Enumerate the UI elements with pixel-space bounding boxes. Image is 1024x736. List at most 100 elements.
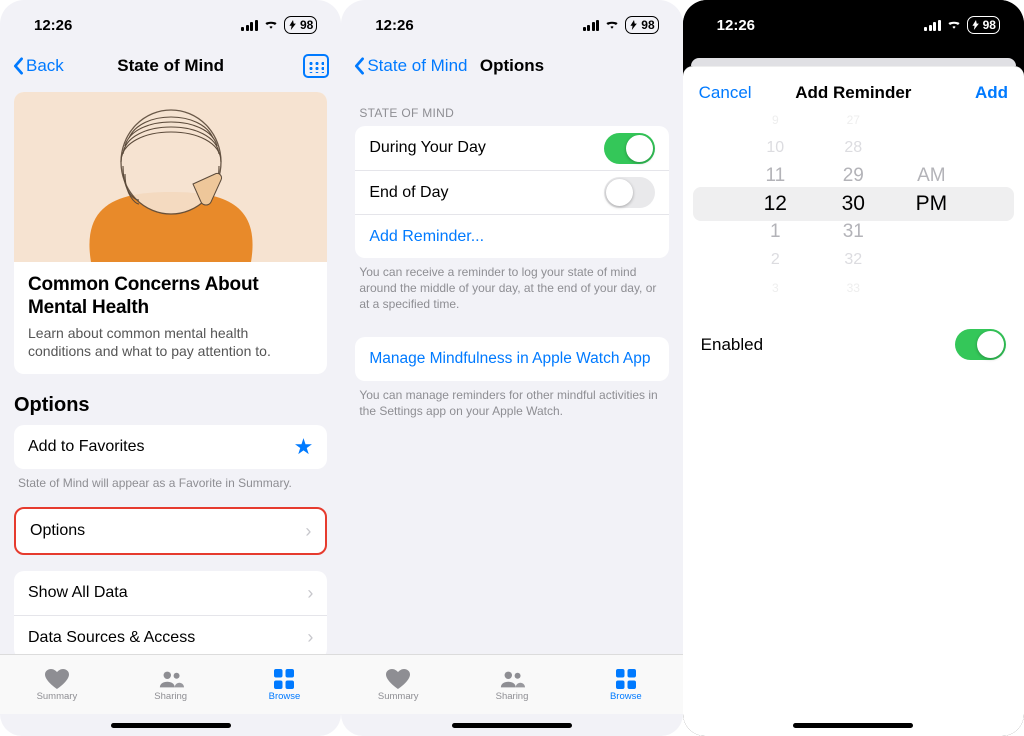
back-button[interactable]: Back bbox=[12, 56, 64, 76]
group-header: STATE OF MIND bbox=[359, 106, 664, 120]
picker-value: 2 bbox=[771, 246, 780, 274]
picker-value-selected: 30 bbox=[842, 190, 865, 218]
picker-hour-column[interactable]: 9 10 11 12 1 2 3 bbox=[749, 106, 801, 302]
status-time: 12:26 bbox=[34, 17, 72, 34]
article-title: Common Concerns About Mental Health bbox=[28, 274, 313, 320]
tab-label: Sharing bbox=[154, 691, 187, 702]
chevron-right-icon: › bbox=[305, 521, 311, 542]
tab-bar: Summary Sharing Browse bbox=[0, 654, 341, 714]
home-indicator bbox=[683, 714, 1024, 736]
row-label: Add Reminder... bbox=[369, 228, 484, 246]
article-illustration bbox=[14, 92, 327, 262]
page-title: State of Mind bbox=[117, 56, 224, 76]
add-button[interactable]: Add bbox=[975, 83, 1008, 103]
enabled-row: Enabled bbox=[683, 329, 1024, 360]
battery-icon: 98 bbox=[967, 16, 1000, 34]
tab-sharing[interactable]: Sharing bbox=[114, 655, 228, 714]
end-of-day-toggle[interactable] bbox=[604, 177, 655, 208]
chevron-right-icon: › bbox=[307, 627, 313, 648]
manage-mindfulness-row[interactable]: Manage Mindfulness in Apple Watch App bbox=[355, 337, 668, 381]
picker-value: 28 bbox=[844, 134, 862, 162]
picker-value: 9 bbox=[772, 106, 779, 134]
tab-label: Summary bbox=[378, 691, 419, 702]
add-reminder-row[interactable]: Add Reminder... bbox=[355, 214, 668, 258]
cellular-icon bbox=[241, 20, 258, 31]
page-title: Options bbox=[480, 56, 544, 76]
wifi-icon bbox=[604, 17, 620, 34]
tab-label: Summary bbox=[37, 691, 78, 702]
wifi-icon bbox=[946, 17, 962, 34]
picker-value: 33 bbox=[847, 274, 860, 302]
row-label: Enabled bbox=[701, 335, 763, 355]
picker-value: 31 bbox=[843, 218, 864, 246]
chevron-right-icon: › bbox=[307, 583, 313, 604]
tab-browse[interactable]: Browse bbox=[569, 655, 683, 714]
nav-bar: Back State of Mind bbox=[0, 44, 341, 88]
cancel-button[interactable]: Cancel bbox=[699, 83, 752, 103]
row-label: During Your Day bbox=[369, 139, 486, 157]
picker-value: 29 bbox=[843, 162, 864, 190]
picker-value: 1 bbox=[770, 218, 781, 246]
status-time: 12:26 bbox=[717, 17, 755, 34]
picker-value: 32 bbox=[844, 246, 862, 274]
battery-icon: 98 bbox=[625, 16, 658, 34]
show-all-data-row[interactable]: Show All Data › bbox=[14, 571, 327, 615]
article-subtitle: Learn about common mental health conditi… bbox=[28, 324, 313, 360]
row-label: End of Day bbox=[369, 184, 448, 202]
status-time: 12:26 bbox=[375, 17, 413, 34]
tab-label: Browse bbox=[269, 691, 301, 702]
cellular-icon bbox=[583, 20, 600, 31]
row-label: Add to Favorites bbox=[28, 438, 145, 456]
grid-icon bbox=[613, 668, 639, 690]
tab-browse[interactable]: Browse bbox=[228, 655, 342, 714]
favorites-footnote: State of Mind will appear as a Favorite … bbox=[18, 475, 323, 491]
during-your-day-row[interactable]: During Your Day bbox=[355, 126, 668, 170]
picker-minute-column[interactable]: 27 28 29 30 31 32 33 bbox=[827, 106, 879, 302]
row-label: Manage Mindfulness in Apple Watch App bbox=[369, 350, 650, 368]
picker-value: 10 bbox=[766, 134, 784, 162]
back-button[interactable]: State of Mind bbox=[353, 56, 467, 76]
tab-sharing[interactable]: Sharing bbox=[455, 655, 569, 714]
time-picker[interactable]: 9 10 11 12 1 2 3 27 28 29 30 31 32 33 bbox=[693, 119, 1014, 289]
home-indicator bbox=[341, 714, 682, 736]
grid-icon bbox=[271, 668, 297, 690]
article-card[interactable]: Common Concerns About Mental Health Lear… bbox=[14, 92, 327, 374]
status-bar: 12:26 98 bbox=[341, 0, 682, 44]
picker-value: 11 bbox=[765, 162, 785, 190]
picker-ampm-column[interactable]: AM PM bbox=[905, 106, 957, 302]
tab-bar: Summary Sharing Browse bbox=[341, 654, 682, 714]
sheet-title: Add Reminder bbox=[795, 83, 911, 103]
row-label: Options bbox=[30, 522, 85, 540]
during-day-toggle[interactable] bbox=[604, 133, 655, 164]
calendar-icon bbox=[303, 54, 329, 78]
tab-label: Browse bbox=[610, 691, 642, 702]
end-of-day-row[interactable]: End of Day bbox=[355, 170, 668, 214]
nav-bar: State of Mind Options bbox=[341, 44, 682, 88]
status-bar: 12:26 98 bbox=[0, 0, 341, 44]
people-icon bbox=[499, 668, 525, 690]
options-row[interactable]: Options › bbox=[16, 509, 325, 553]
status-bar: 12:26 98 bbox=[683, 0, 1024, 44]
back-label: Back bbox=[26, 56, 64, 76]
data-sources-row[interactable]: Data Sources & Access › bbox=[14, 615, 327, 654]
enabled-toggle[interactable] bbox=[955, 329, 1006, 360]
tab-label: Sharing bbox=[496, 691, 529, 702]
background-sheet-peek bbox=[691, 58, 1016, 66]
tab-summary[interactable]: Summary bbox=[0, 655, 114, 714]
picker-value: AM bbox=[917, 162, 946, 190]
picker-value: 27 bbox=[847, 106, 860, 134]
picker-value-selected: 12 bbox=[764, 190, 787, 218]
battery-icon: 98 bbox=[284, 16, 317, 34]
star-icon: ★ bbox=[294, 434, 314, 460]
back-label: State of Mind bbox=[367, 56, 467, 76]
options-heading: Options bbox=[14, 394, 327, 417]
watch-footnote: You can manage reminders for other mindf… bbox=[359, 387, 664, 419]
tab-summary[interactable]: Summary bbox=[341, 655, 455, 714]
cellular-icon bbox=[924, 20, 941, 31]
people-icon bbox=[158, 668, 184, 690]
home-indicator bbox=[0, 714, 341, 736]
add-to-favorites-row[interactable]: Add to Favorites ★ bbox=[14, 425, 327, 469]
row-label: Data Sources & Access bbox=[28, 629, 195, 647]
calendar-button[interactable] bbox=[303, 54, 329, 78]
wifi-icon bbox=[263, 17, 279, 34]
